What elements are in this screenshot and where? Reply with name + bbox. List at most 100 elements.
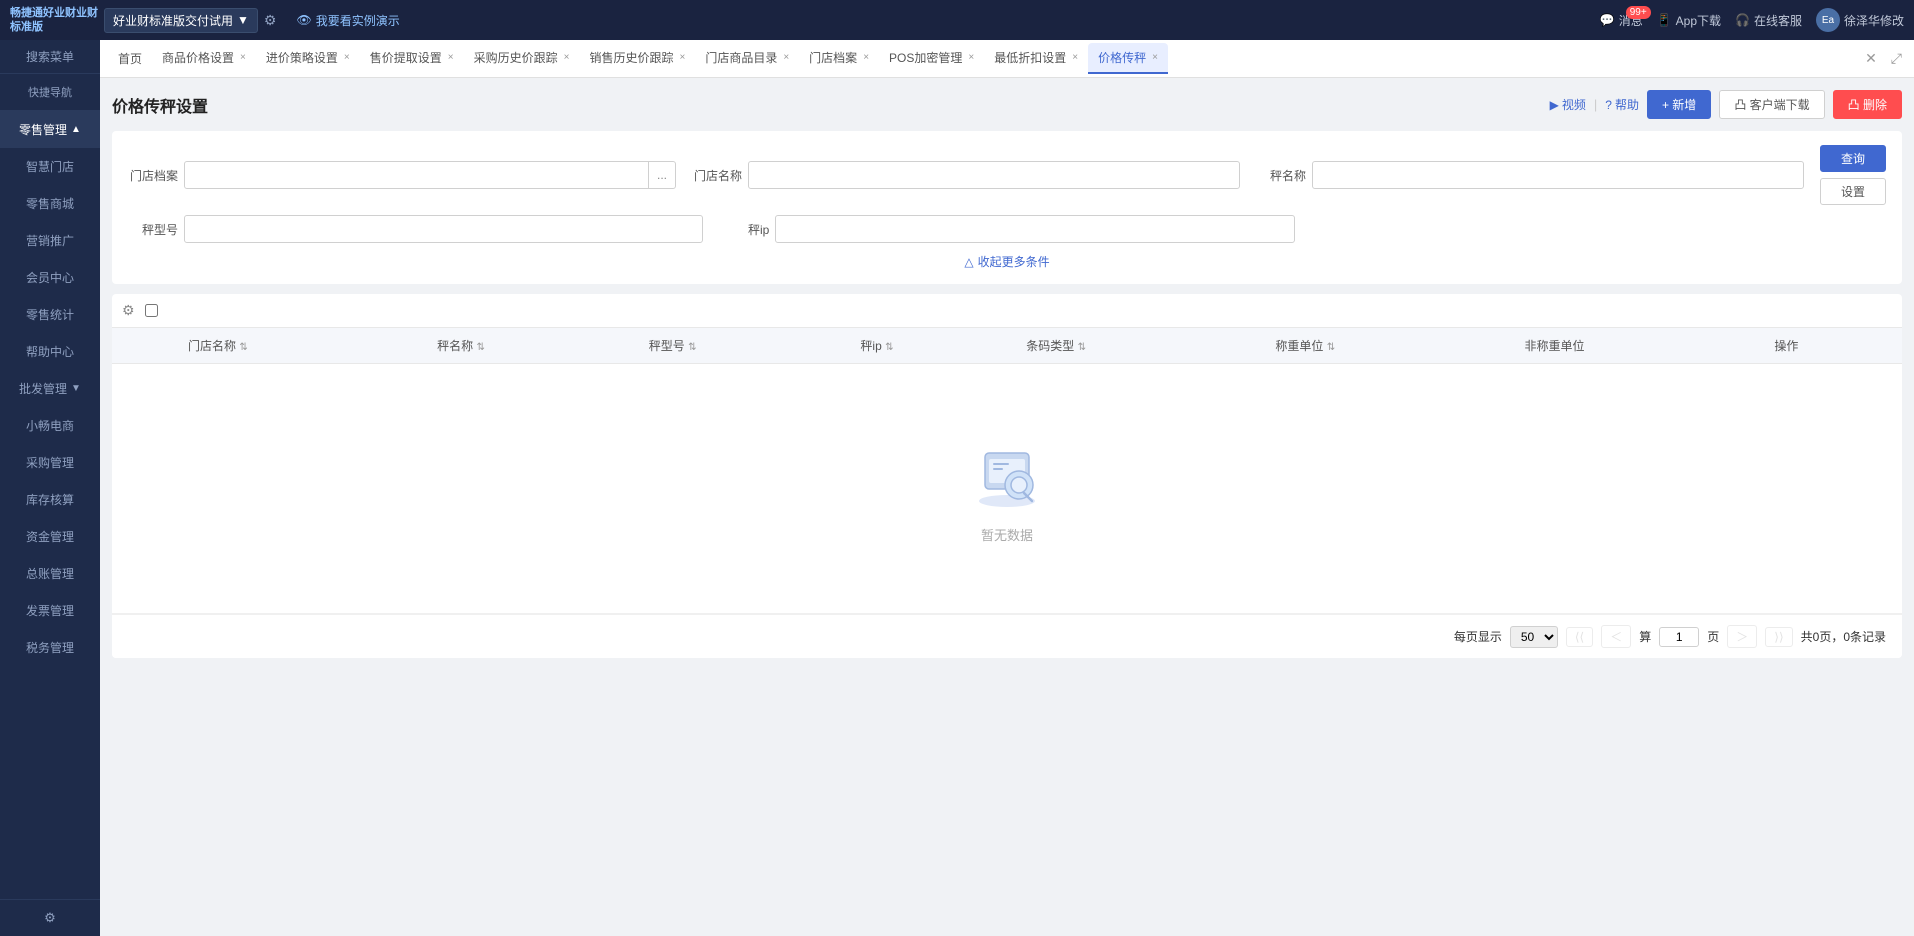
top-bar-right: 💬 消息 99+ 📱 App下载 🎧 在线客服 Ea 徐泽华修改 (1600, 8, 1904, 32)
sort-icon[interactable]: ⇅ (239, 342, 247, 353)
tab-close-all-btn[interactable]: ✕ (1861, 48, 1881, 69)
query-btn[interactable]: 查询 (1820, 145, 1886, 172)
tab-store-archive[interactable]: 门店档案 × (799, 43, 879, 74)
sidebar-item-finance[interactable]: 资金管理 (0, 518, 100, 555)
th-label: 称重单位 (1275, 339, 1323, 353)
sidebar-item-tax[interactable]: 税务管理 (0, 629, 100, 666)
tab-home[interactable]: 首页 (108, 44, 152, 73)
chevron-up-icon: ▲ (71, 124, 81, 135)
sidebar-quick-nav[interactable]: 快捷导航 (0, 74, 100, 111)
sidebar-item-help[interactable]: 帮助中心 (0, 333, 100, 370)
sidebar-item-invoice[interactable]: 发票管理 (0, 592, 100, 629)
sidebar-item-wholesale[interactable]: 批发管理 ▼ (0, 370, 100, 407)
sidebar-item-label: 帮助中心 (26, 343, 74, 360)
sidebar-item-label: 库存核算 (26, 491, 74, 508)
help-link[interactable]: ? 帮助 (1605, 96, 1639, 113)
next-page-btn[interactable]: ＞ (1727, 625, 1757, 648)
tab-cost-strategy[interactable]: 进价策略设置 × (256, 43, 360, 74)
tab-sales-history[interactable]: 销售历史价跟踪 × (579, 43, 695, 74)
page-title: 价格传秤设置 (112, 93, 208, 117)
sort-icon[interactable]: ⇅ (1327, 342, 1335, 353)
page-input[interactable] (1659, 627, 1699, 647)
messages-btn[interactable]: 💬 消息 99+ (1600, 12, 1643, 29)
tab-product-price[interactable]: 商品价格设置 × (152, 43, 256, 74)
video-link[interactable]: ▶ 视频 (1550, 96, 1586, 113)
product-selector[interactable]: 好业财标准版交付试用 ▼ (104, 8, 258, 33)
tab-expand-btn[interactable]: ⤢ (1887, 48, 1906, 69)
table-container: ⚙ 门店名称 ⇅ (112, 294, 1902, 658)
tab-price-scale[interactable]: 价格传秤 × (1088, 43, 1168, 74)
online-service-btn[interactable]: 🎧 在线客服 (1735, 12, 1802, 29)
scale-model-input[interactable] (184, 215, 703, 243)
sort-icon[interactable]: ⇅ (1078, 342, 1086, 353)
sidebar-settings-btn[interactable]: ⚙ (0, 899, 100, 936)
tab-close-icon[interactable]: × (783, 52, 789, 63)
sidebar-item-retail-stats[interactable]: 零售统计 (0, 296, 100, 333)
tab-min-discount[interactable]: 最低折扣设置 × (984, 43, 1088, 74)
tab-selling-price[interactable]: 售价提取设置 × (360, 43, 464, 74)
user-info[interactable]: Ea 徐泽华修改 (1816, 8, 1904, 32)
tab-pos-manage[interactable]: POS加密管理 × (879, 43, 984, 74)
download-btn[interactable]: 凸 客户端下载 (1719, 90, 1824, 119)
settings-icon[interactable]: ⚙ (264, 12, 277, 29)
select-all-checkbox[interactable] (145, 304, 158, 317)
sidebar-item-marketing[interactable]: 营销推广 (0, 222, 100, 259)
collapse-bar: △ 收起更多条件 (128, 253, 1886, 270)
last-page-btn[interactable]: ⟩⟩ (1765, 627, 1792, 647)
store-archive-input[interactable] (184, 161, 649, 189)
content-area: 首页 商品价格设置 × 进价策略设置 × 售价提取设置 × 采购历史价跟踪 × (100, 40, 1914, 936)
tab-close-icon[interactable]: × (344, 52, 350, 63)
store-archive-dots-btn[interactable]: ... (649, 161, 676, 189)
tab-close-icon[interactable]: × (863, 52, 869, 63)
total-info: 共0页，0条记录 (1801, 628, 1886, 645)
sidebar-item-inventory[interactable]: 库存核算 (0, 481, 100, 518)
form-item-scale-model: 秤型号 (128, 215, 703, 243)
top-bar-left: 畅捷通好业财业财 标准版 好业财标准版交付试用 ▼ ⚙ (10, 6, 276, 35)
sidebar-item-member[interactable]: 会员中心 (0, 259, 100, 296)
tab-close-icon[interactable]: × (240, 52, 246, 63)
tab-close-icon[interactable]: × (564, 52, 570, 63)
app-download-btn[interactable]: 📱 App下载 (1657, 12, 1721, 29)
prev-page-btn[interactable]: ＜ (1601, 625, 1631, 648)
sort-icon[interactable]: ⇅ (885, 342, 893, 353)
th-action: 操作 (1764, 328, 1902, 364)
search-form: 门店档案 ... 门店名称 秤名称 (112, 131, 1902, 284)
empty-icon (967, 433, 1047, 513)
scale-name-input[interactable] (1312, 161, 1804, 189)
sidebar-item-retail-mall[interactable]: 零售商城 (0, 185, 100, 222)
tab-purchase-history[interactable]: 采购历史价跟踪 × (464, 43, 580, 74)
divider: | (1594, 97, 1597, 112)
sidebar-item-ledger[interactable]: 总账管理 (0, 555, 100, 592)
store-name-label: 门店名称 (692, 167, 742, 184)
per-page-select[interactable]: 50 (1510, 626, 1558, 648)
delete-btn[interactable]: 凸 删除 (1833, 90, 1902, 119)
table-settings-icon[interactable]: ⚙ (122, 302, 135, 319)
tab-label: 进价策略设置 (266, 49, 338, 66)
sidebar-search[interactable]: 搜索菜单 (0, 40, 100, 74)
collapse-btn-label: 收起更多条件 (978, 253, 1050, 270)
tab-close-icon[interactable]: × (968, 52, 974, 63)
settings-btn-form[interactable]: 设置 (1820, 178, 1886, 205)
scale-ip-input[interactable] (775, 215, 1294, 243)
first-page-btn[interactable]: ⟨⟨ (1566, 627, 1593, 647)
tab-close-icon[interactable]: × (448, 52, 454, 63)
sidebar-item-retail[interactable]: 零售管理 ▲ (0, 111, 100, 148)
chevron-up-icon: △ (964, 255, 973, 269)
sidebar-item-purchase[interactable]: 采购管理 (0, 444, 100, 481)
add-btn[interactable]: + 新增 (1647, 90, 1711, 119)
th-label: 条码类型 (1026, 339, 1074, 353)
video-label: 视频 (1562, 96, 1586, 113)
sidebar-item-ecommerce[interactable]: 小畅电商 (0, 407, 100, 444)
tab-close-icon[interactable]: × (679, 52, 685, 63)
tab-label: 门店档案 (809, 49, 857, 66)
sidebar-item-smart-store[interactable]: 智慧门店 (0, 148, 100, 185)
tab-close-icon[interactable]: × (1152, 52, 1158, 63)
sort-icon[interactable]: ⇅ (688, 342, 696, 353)
demo-link[interactable]: 👁 我要看实例演示 (296, 12, 399, 29)
store-name-input[interactable] (748, 161, 1240, 189)
sort-icon[interactable]: ⇅ (476, 342, 484, 353)
tab-store-catalog[interactable]: 门店商品目录 × (695, 43, 799, 74)
th-barcode-type: 条码类型 ⇅ (1016, 328, 1265, 364)
collapse-btn[interactable]: △ 收起更多条件 (964, 253, 1049, 270)
tab-close-icon[interactable]: × (1072, 52, 1078, 63)
